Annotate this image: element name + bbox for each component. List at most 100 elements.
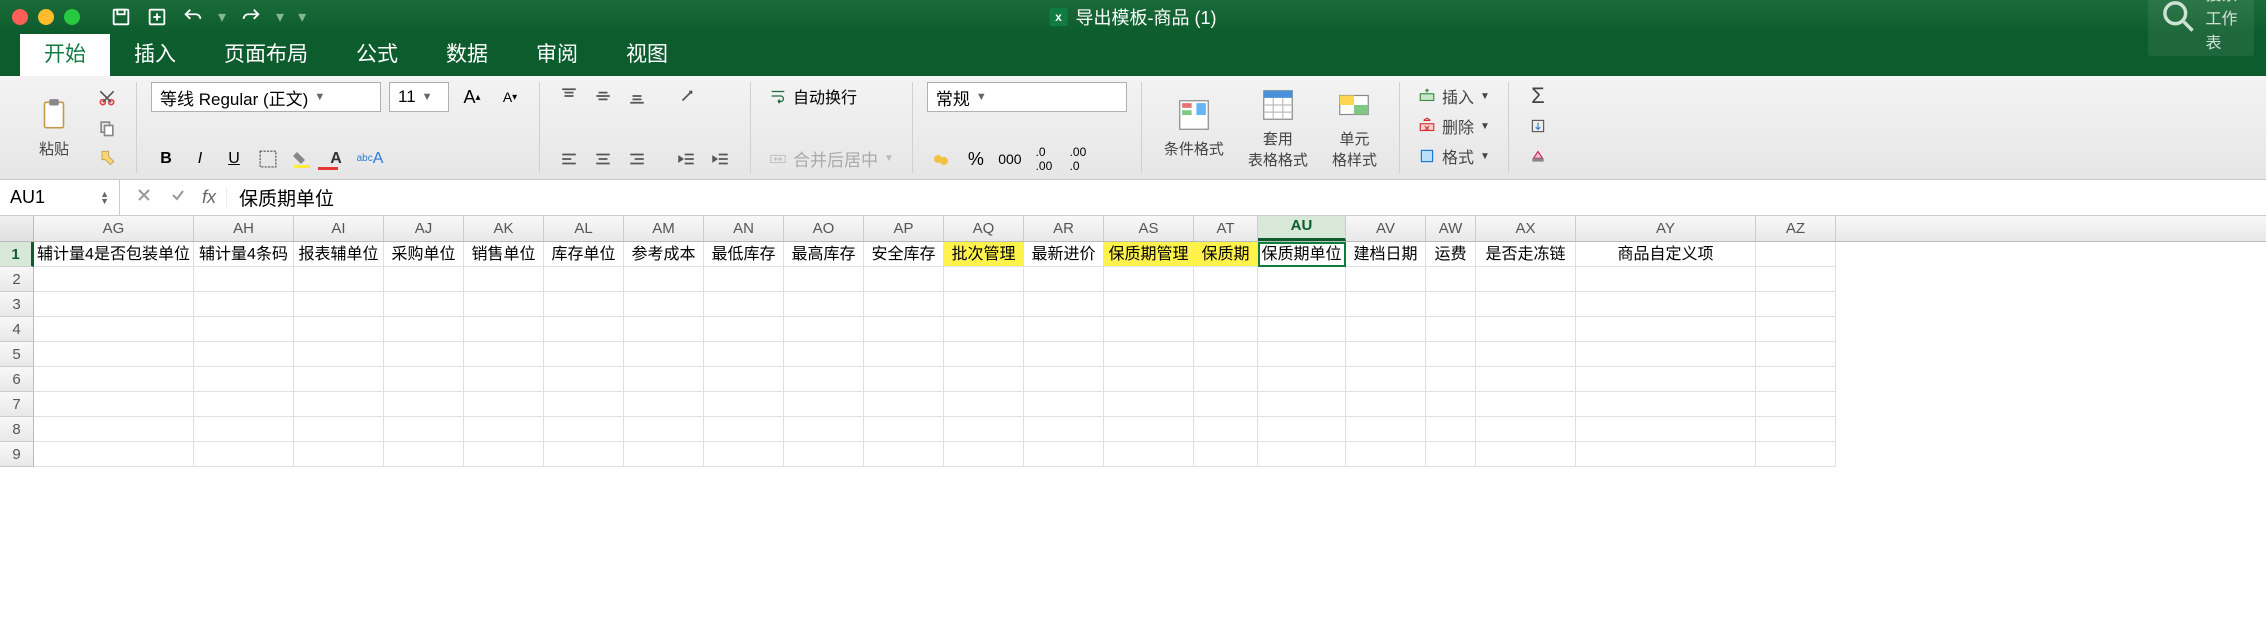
cell-AT7[interactable]: [1194, 392, 1258, 417]
row-header-4[interactable]: 4: [0, 317, 34, 342]
row-header-9[interactable]: 9: [0, 442, 34, 467]
font-color-button[interactable]: A: [321, 145, 351, 173]
cell-AR5[interactable]: [1024, 342, 1104, 367]
cell-AJ6[interactable]: [384, 367, 464, 392]
decrease-indent-icon[interactable]: [672, 145, 702, 173]
align-middle-icon[interactable]: [588, 82, 618, 110]
column-header-AP[interactable]: AP: [864, 216, 944, 241]
autosum-icon[interactable]: Σ: [1523, 82, 1553, 110]
cell-AV4[interactable]: [1346, 317, 1426, 342]
cell-AV5[interactable]: [1346, 342, 1426, 367]
cell-AO2[interactable]: [784, 267, 864, 292]
tab-view[interactable]: 视图: [602, 30, 692, 76]
tab-data[interactable]: 数据: [422, 30, 512, 76]
column-header-AG[interactable]: AG: [34, 216, 194, 241]
cell-AX4[interactable]: [1476, 317, 1576, 342]
name-box-stepper[interactable]: ▲▼: [100, 191, 109, 205]
cell-AW9[interactable]: [1426, 442, 1476, 467]
cell-AR7[interactable]: [1024, 392, 1104, 417]
cell-AO5[interactable]: [784, 342, 864, 367]
copy-icon[interactable]: [92, 114, 122, 142]
cell-AT1[interactable]: 保质期: [1194, 242, 1258, 267]
cell-AO4[interactable]: [784, 317, 864, 342]
cell-AZ8[interactable]: [1756, 417, 1836, 442]
column-header-AR[interactable]: AR: [1024, 216, 1104, 241]
cell-AH2[interactable]: [194, 267, 294, 292]
column-header-AK[interactable]: AK: [464, 216, 544, 241]
cell-AY8[interactable]: [1576, 417, 1756, 442]
cell-AW5[interactable]: [1426, 342, 1476, 367]
cell-AG2[interactable]: [34, 267, 194, 292]
fill-color-button[interactable]: [287, 145, 317, 173]
customize-qat-icon[interactable]: ▾: [298, 7, 306, 27]
cut-icon[interactable]: [92, 84, 122, 112]
cell-AG1[interactable]: 辅计量4是否包装单位: [34, 242, 194, 267]
row-header-1[interactable]: 1: [0, 242, 34, 267]
format-cells-button[interactable]: 格式▼: [1414, 142, 1494, 170]
cell-AP4[interactable]: [864, 317, 944, 342]
column-header-AS[interactable]: AS: [1104, 216, 1194, 241]
undo-icon[interactable]: [182, 6, 204, 28]
align-left-icon[interactable]: [554, 145, 584, 173]
cell-AW1[interactable]: 运费: [1426, 242, 1476, 267]
cell-AS2[interactable]: [1104, 267, 1194, 292]
cell-AR1[interactable]: 最新进价: [1024, 242, 1104, 267]
cell-AK3[interactable]: [464, 292, 544, 317]
cell-style-button[interactable]: 单元 格样式: [1324, 82, 1385, 174]
number-format-combo[interactable]: 常规▼: [927, 82, 1127, 112]
search-sheet-input[interactable]: 搜索工作表: [2148, 0, 2254, 56]
cell-AV3[interactable]: [1346, 292, 1426, 317]
cell-AU2[interactable]: [1258, 267, 1346, 292]
cell-AY7[interactable]: [1576, 392, 1756, 417]
cell-AG4[interactable]: [34, 317, 194, 342]
cell-AX2[interactable]: [1476, 267, 1576, 292]
name-box[interactable]: AU1 ▲▼: [0, 180, 120, 215]
cell-AR3[interactable]: [1024, 292, 1104, 317]
cell-AI5[interactable]: [294, 342, 384, 367]
cell-AQ3[interactable]: [944, 292, 1024, 317]
cell-AS1[interactable]: 保质期管理: [1104, 242, 1194, 267]
border-button[interactable]: [253, 145, 283, 173]
cell-AN1[interactable]: 最低库存: [704, 242, 784, 267]
cell-AT2[interactable]: [1194, 267, 1258, 292]
cell-AX6[interactable]: [1476, 367, 1576, 392]
cell-AJ3[interactable]: [384, 292, 464, 317]
cell-AK7[interactable]: [464, 392, 544, 417]
cell-AL9[interactable]: [544, 442, 624, 467]
cell-AO7[interactable]: [784, 392, 864, 417]
column-header-AZ[interactable]: AZ: [1756, 216, 1836, 241]
cell-AZ5[interactable]: [1756, 342, 1836, 367]
row-header-3[interactable]: 3: [0, 292, 34, 317]
tab-formulas[interactable]: 公式: [332, 30, 422, 76]
select-all-corner[interactable]: [0, 216, 34, 241]
row-header-8[interactable]: 8: [0, 417, 34, 442]
cell-AY9[interactable]: [1576, 442, 1756, 467]
cell-AW8[interactable]: [1426, 417, 1476, 442]
column-header-AY[interactable]: AY: [1576, 216, 1756, 241]
cell-AW7[interactable]: [1426, 392, 1476, 417]
column-header-AH[interactable]: AH: [194, 216, 294, 241]
row-header-2[interactable]: 2: [0, 267, 34, 292]
fill-icon[interactable]: [1523, 112, 1553, 140]
font-size-combo[interactable]: 11▼: [389, 82, 449, 112]
cell-AY4[interactable]: [1576, 317, 1756, 342]
column-header-AV[interactable]: AV: [1346, 216, 1426, 241]
cell-AR4[interactable]: [1024, 317, 1104, 342]
cell-AR2[interactable]: [1024, 267, 1104, 292]
save-icon[interactable]: [110, 6, 132, 28]
cell-AS8[interactable]: [1104, 417, 1194, 442]
cell-AK6[interactable]: [464, 367, 544, 392]
cell-AT8[interactable]: [1194, 417, 1258, 442]
format-painter-icon[interactable]: [92, 144, 122, 172]
cell-AJ5[interactable]: [384, 342, 464, 367]
accept-formula-icon[interactable]: [170, 187, 186, 208]
cell-AM6[interactable]: [624, 367, 704, 392]
cell-AH9[interactable]: [194, 442, 294, 467]
cell-AR8[interactable]: [1024, 417, 1104, 442]
cell-AV9[interactable]: [1346, 442, 1426, 467]
cell-AX5[interactable]: [1476, 342, 1576, 367]
cell-AG6[interactable]: [34, 367, 194, 392]
cell-AU6[interactable]: [1258, 367, 1346, 392]
cell-AW4[interactable]: [1426, 317, 1476, 342]
cell-AQ2[interactable]: [944, 267, 1024, 292]
